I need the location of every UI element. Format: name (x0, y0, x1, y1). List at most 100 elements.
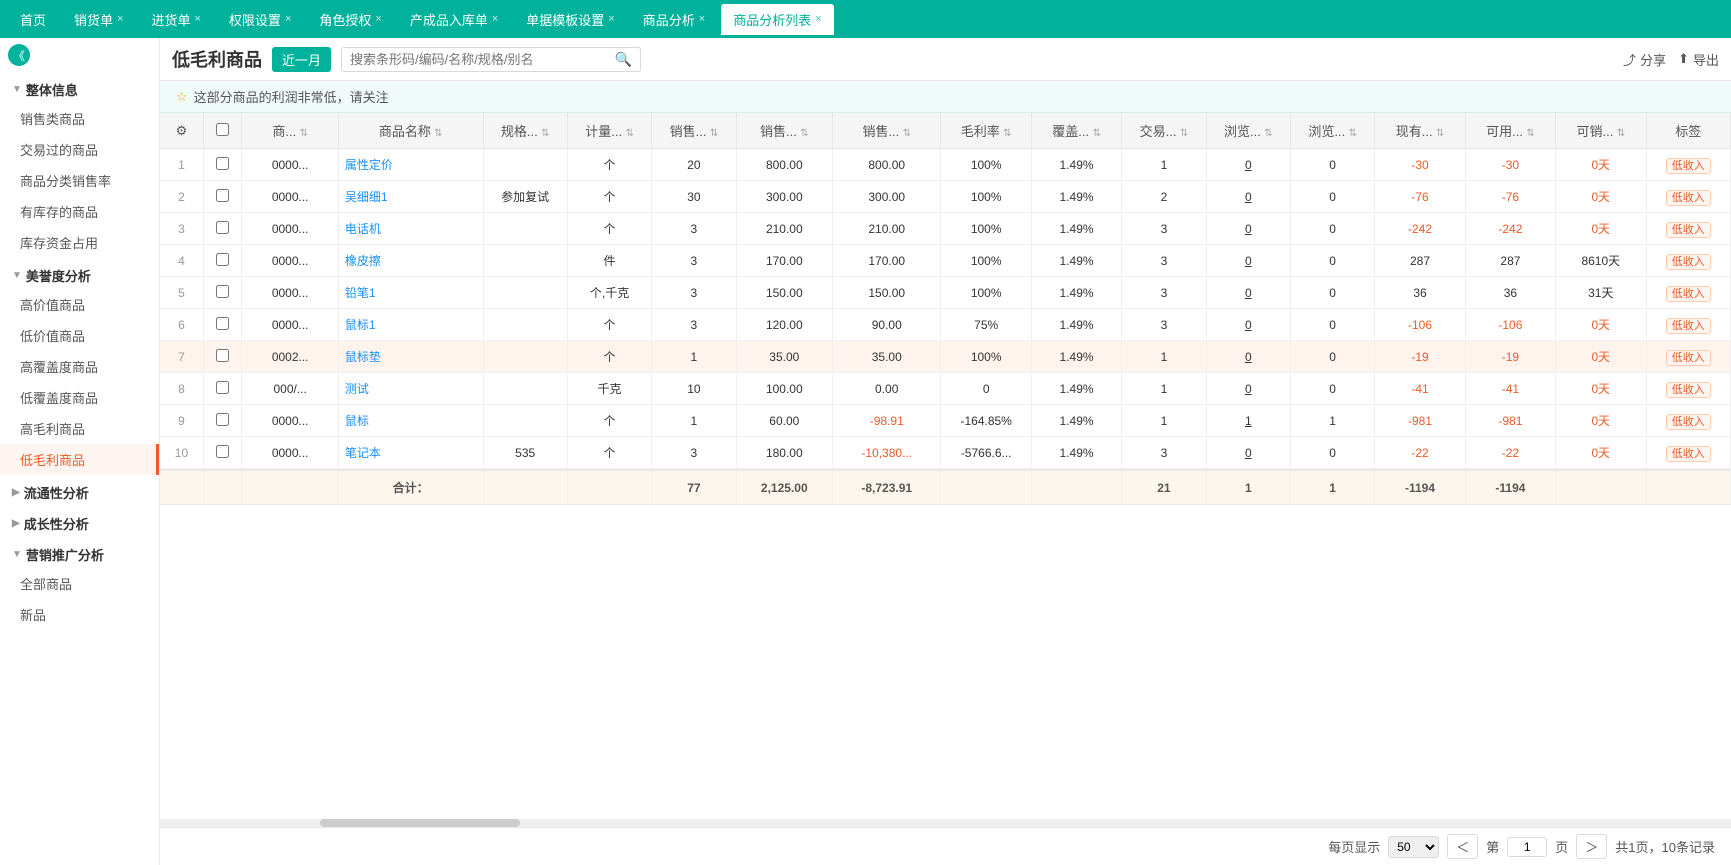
nav-product-analysis[interactable]: 商品分析 × (631, 4, 717, 35)
nav-purchase-close[interactable]: × (194, 13, 200, 25)
row-checkbox[interactable] (203, 437, 242, 469)
sidebar-group-overall[interactable]: ▼ 整体信息 (0, 72, 159, 103)
sidebar-group-reputation[interactable]: ▼ 美誉度分析 (0, 258, 159, 289)
sidebar-group-circulation[interactable]: ▶ 流通性分析 (0, 475, 159, 506)
row-checkbox-input[interactable] (216, 413, 229, 426)
col-available-stock[interactable]: 可用... ⇅ (1465, 113, 1555, 149)
col-view2[interactable]: 浏览... ⇅ (1290, 113, 1374, 149)
nav-role-close[interactable]: × (375, 13, 381, 25)
sidebar-item-all-goods[interactable]: 全部商品 (0, 568, 159, 599)
row-checkbox-input[interactable] (216, 381, 229, 394)
sidebar-item-low-margin[interactable]: 低毛利商品 (0, 444, 159, 475)
nav-product-analysis-list-close[interactable]: × (815, 13, 821, 25)
col-spec[interactable]: 规格... ⇅ (483, 113, 567, 149)
col-name[interactable]: 商品名称 ⇅ (338, 113, 483, 149)
row-checkbox[interactable] (203, 405, 242, 437)
row-checkbox-input[interactable] (216, 317, 229, 330)
row-checkbox[interactable] (203, 213, 242, 245)
sidebar-item-low-value[interactable]: 低价值商品 (0, 320, 159, 351)
row-name[interactable]: 吴细细1 (338, 181, 483, 213)
row-view1[interactable]: 0 (1206, 277, 1290, 309)
row-view1[interactable]: 1 (1206, 405, 1290, 437)
col-current-stock[interactable]: 现有... ⇅ (1375, 113, 1465, 149)
row-checkbox[interactable] (203, 373, 242, 405)
share-btn[interactable]: ⤴ 分享 (1623, 50, 1666, 69)
row-checkbox-input[interactable] (216, 253, 229, 266)
col-settings[interactable]: ⚙ (160, 113, 203, 149)
col-sellable[interactable]: 可销... ⇅ (1556, 113, 1646, 149)
col-coverage[interactable]: 覆盖... ⇅ (1031, 113, 1121, 149)
col-trade-count[interactable]: 交易... ⇅ (1122, 113, 1206, 149)
nav-home[interactable]: 首页 (8, 4, 58, 35)
col-sales-price[interactable]: 销售... ⇅ (736, 113, 832, 149)
row-view1[interactable]: 0 (1206, 373, 1290, 405)
settings-icon[interactable]: ⚙ (176, 123, 188, 138)
search-input[interactable] (350, 52, 615, 67)
nav-sales[interactable]: 销货单 × (62, 4, 135, 35)
col-checkbox[interactable] (203, 113, 242, 149)
row-checkbox[interactable] (203, 245, 242, 277)
row-checkbox-input[interactable] (216, 445, 229, 458)
row-name[interactable]: 电话机 (338, 213, 483, 245)
row-checkbox-input[interactable] (216, 189, 229, 202)
col-code[interactable]: 商... ⇅ (242, 113, 338, 149)
row-name[interactable]: 鼠标垫 (338, 341, 483, 373)
row-checkbox-input[interactable] (216, 349, 229, 362)
page-size-select[interactable]: 50 100 200 (1388, 836, 1439, 858)
nav-product-analysis-list[interactable]: 商品分析列表 × (721, 4, 833, 35)
nav-product-analysis-close[interactable]: × (699, 13, 705, 25)
sidebar-item-high-margin[interactable]: 高毛利商品 (0, 413, 159, 444)
page-num-input[interactable] (1507, 837, 1547, 857)
row-view1[interactable]: 0 (1206, 181, 1290, 213)
row-checkbox[interactable] (203, 341, 242, 373)
export-btn[interactable]: ⬆ 导出 (1678, 50, 1719, 69)
row-name[interactable]: 鼠标 (338, 405, 483, 437)
row-checkbox[interactable] (203, 181, 242, 213)
row-view1[interactable]: 0 (1206, 213, 1290, 245)
sidebar-item-category-rate[interactable]: 商品分类销售率 (0, 165, 159, 196)
row-checkbox[interactable] (203, 277, 242, 309)
row-checkbox-input[interactable] (216, 157, 229, 170)
sidebar-item-low-coverage[interactable]: 低覆盖度商品 (0, 382, 159, 413)
sidebar-group-marketing[interactable]: ▼ 营销推广分析 (0, 537, 159, 568)
row-view1[interactable]: 0 (1206, 149, 1290, 181)
prev-page-btn[interactable]: ＜ (1447, 834, 1478, 859)
sidebar-group-growth[interactable]: ▶ 成长性分析 (0, 506, 159, 537)
filter-btn[interactable]: 近一月 (272, 47, 331, 72)
row-name[interactable]: 铅笔1 (338, 277, 483, 309)
sidebar-item-high-value[interactable]: 高价值商品 (0, 289, 159, 320)
nav-permission-close[interactable]: × (285, 13, 291, 25)
sidebar-item-traded-goods[interactable]: 交易过的商品 (0, 134, 159, 165)
sidebar-item-stock-capital[interactable]: 库存资金占用 (0, 227, 159, 258)
horizontal-scrollbar[interactable] (160, 819, 1731, 827)
nav-template-close[interactable]: × (608, 13, 614, 25)
next-page-btn[interactable]: ＞ (1576, 834, 1607, 859)
nav-sales-close[interactable]: × (117, 13, 123, 25)
nav-role[interactable]: 角色授权 × (307, 4, 393, 35)
row-view1[interactable]: 0 (1206, 309, 1290, 341)
col-unit[interactable]: 计量... ⇅ (567, 113, 651, 149)
row-checkbox-input[interactable] (216, 221, 229, 234)
sidebar-item-sales-goods[interactable]: 销售类商品 (0, 103, 159, 134)
sidebar-item-new-goods[interactable]: 新品 (0, 599, 159, 630)
row-name[interactable]: 属性定价 (338, 149, 483, 181)
sidebar-item-in-stock[interactable]: 有库存的商品 (0, 196, 159, 227)
col-view1[interactable]: 浏览... ⇅ (1206, 113, 1290, 149)
col-gross-margin[interactable]: 毛利率 ⇅ (941, 113, 1031, 149)
row-view1[interactable]: 0 (1206, 245, 1290, 277)
search-icon[interactable]: 🔍 (615, 51, 632, 68)
row-view1[interactable]: 0 (1206, 341, 1290, 373)
nav-permission[interactable]: 权限设置 × (217, 4, 303, 35)
col-sales-qty[interactable]: 销售... ⇅ (652, 113, 736, 149)
row-checkbox-input[interactable] (216, 285, 229, 298)
row-name[interactable]: 测试 (338, 373, 483, 405)
nav-product-stock-close[interactable]: × (492, 13, 498, 25)
nav-template[interactable]: 单据模板设置 × (514, 4, 626, 35)
col-tag[interactable]: 标签 (1646, 113, 1731, 149)
sidebar-collapse-btn[interactable]: 《 (8, 44, 30, 66)
col-sales-amount[interactable]: 销售... ⇅ (833, 113, 941, 149)
nav-product-stock[interactable]: 产成品入库单 × (398, 4, 510, 35)
row-name[interactable]: 笔记本 (338, 437, 483, 469)
sidebar-item-high-coverage[interactable]: 高覆盖度商品 (0, 351, 159, 382)
row-checkbox[interactable] (203, 309, 242, 341)
